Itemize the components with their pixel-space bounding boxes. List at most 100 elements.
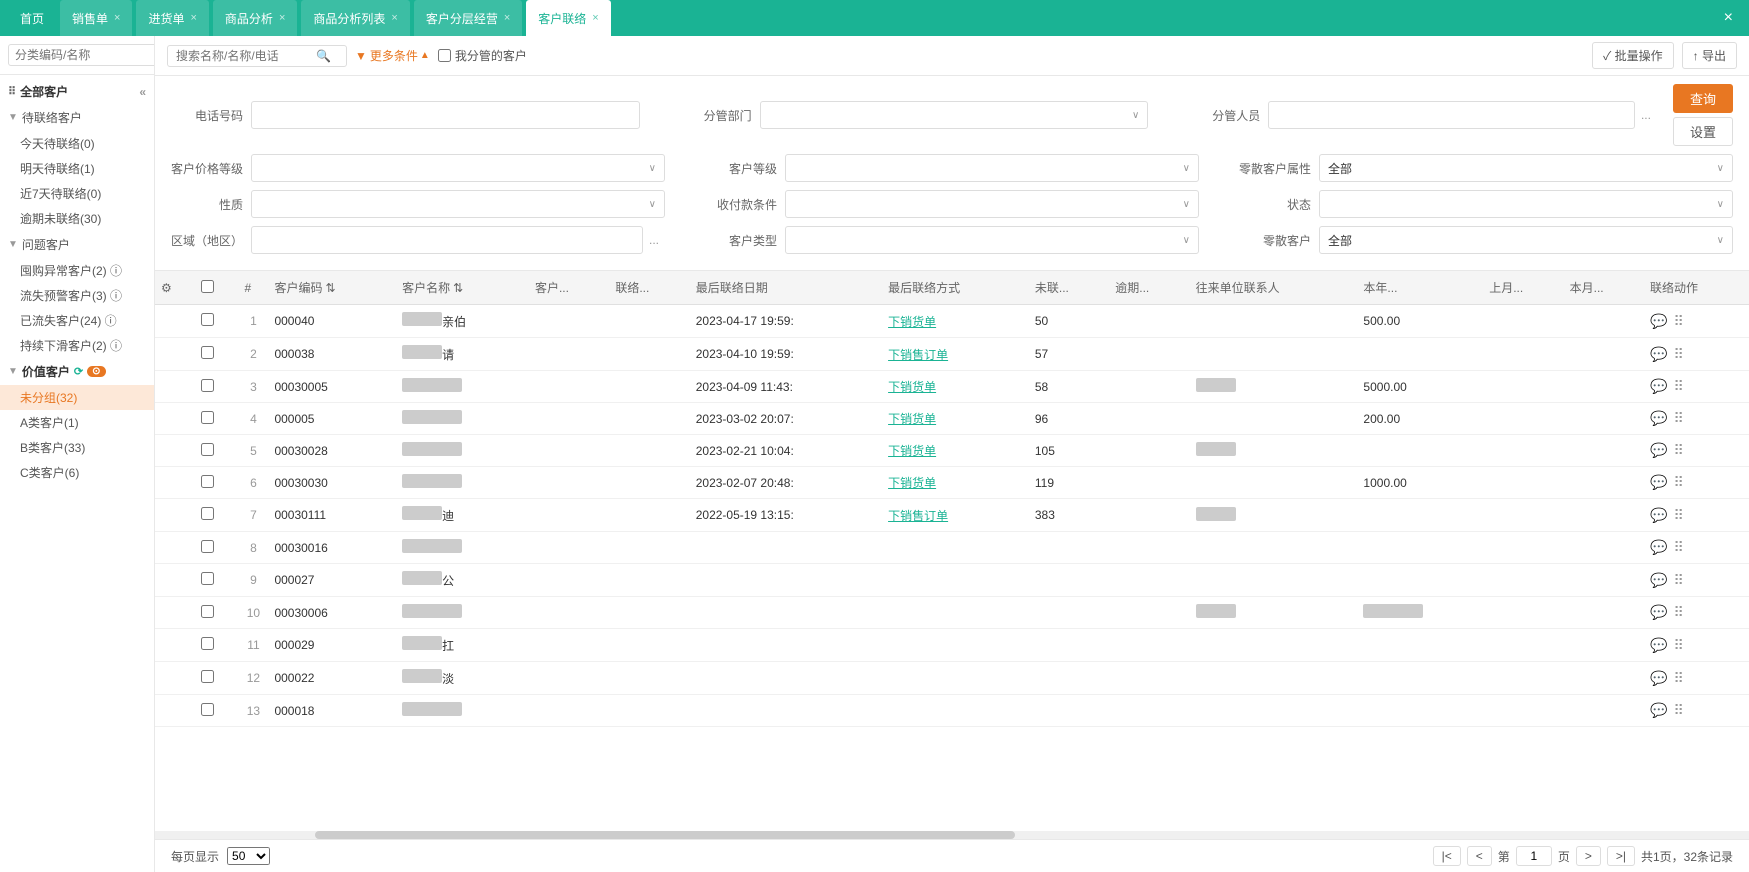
action-chat-icon[interactable]: 💬 [1650,474,1667,491]
phone-input[interactable] [251,101,640,129]
tab-purchase[interactable]: 进货单 × [136,0,208,36]
action-chat-icon[interactable]: 💬 [1650,378,1667,395]
last-method-link[interactable]: 下销货单 [888,476,936,490]
row-select-checkbox[interactable] [201,313,214,326]
sidebar-item-class-c[interactable]: C类客户(6) [0,460,154,485]
per-page-select[interactable]: 50 20 100 [227,847,270,865]
action-more-icon[interactable]: ⠿ [1673,507,1683,524]
prev-page-button[interactable]: < [1467,846,1492,866]
tab-customer-tier[interactable]: 客户分层经营 × [414,0,522,36]
next-page-button[interactable]: > [1576,846,1601,866]
row-select-checkbox[interactable] [201,605,214,618]
sidebar-item-today[interactable]: 今天待联络(0) [0,131,154,156]
row-select-checkbox[interactable] [201,475,214,488]
sidebar-item-class-a[interactable]: A类客户(1) [0,410,154,435]
action-chat-icon[interactable]: 💬 [1650,507,1667,524]
action-chat-icon[interactable]: 💬 [1650,604,1667,621]
tab-product-analysis[interactable]: 商品分析 × [213,0,297,36]
last-method-link[interactable]: 下销售订单 [888,509,948,523]
tab-sales-close[interactable]: × [114,12,120,24]
tab-customer-tier-close[interactable]: × [504,12,510,24]
sidebar-group-pending[interactable]: ▼ 待联络客户 [0,104,154,131]
sidebar-search-input[interactable] [8,44,155,66]
reset-button[interactable]: 设置 [1673,117,1733,146]
action-chat-icon[interactable]: 💬 [1650,702,1667,719]
row-select-checkbox[interactable] [201,411,214,424]
action-chat-icon[interactable]: 💬 [1650,637,1667,654]
action-more-icon[interactable]: ⠿ [1673,572,1683,589]
last-method-link[interactable]: 下销售订单 [888,348,948,362]
retail-attr-select[interactable]: 全部∨ [1319,154,1733,182]
row-last-method[interactable]: 下销货单 [882,403,1029,435]
sidebar-item-7days[interactable]: 近7天待联络(0) [0,181,154,206]
row-checkbox[interactable] [195,629,239,662]
row-checkbox[interactable] [195,532,239,564]
payment-select[interactable]: ∨ [785,190,1199,218]
action-more-icon[interactable]: ⠿ [1673,702,1683,719]
global-close-button[interactable]: × [1716,9,1741,27]
row-checkbox[interactable] [195,467,239,499]
tab-product-list[interactable]: 商品分析列表 × [301,0,409,36]
sidebar-item-overdue[interactable]: 逾期未联络(30) [0,206,154,231]
row-checkbox[interactable] [195,435,239,467]
col-code[interactable]: 客户编码 ⇅ [268,271,396,305]
price-level-select[interactable]: ∨ [251,154,665,182]
action-more-icon[interactable]: ⠿ [1673,346,1683,363]
all-customers-section[interactable]: ⠿ 全部客户 « [0,75,154,104]
my-customers-check[interactable] [438,49,451,62]
last-method-link[interactable]: 下销货单 [888,315,936,329]
action-more-icon[interactable]: ⠿ [1673,442,1683,459]
row-select-checkbox[interactable] [201,346,214,359]
row-select-checkbox[interactable] [201,443,214,456]
sidebar-item-abnormal[interactable]: 囤购异常客户(2) ⓘ [0,258,154,283]
row-select-checkbox[interactable] [201,703,214,716]
region-dots-icon[interactable]: ... [643,233,665,247]
manager-dots-icon[interactable]: ... [1635,108,1657,122]
action-more-icon[interactable]: ⠿ [1673,313,1683,330]
refresh-icon[interactable]: ⟳ [74,365,83,378]
sidebar-item-declining[interactable]: 持续下滑客户(2) ⓘ [0,333,154,358]
more-conditions-button[interactable]: ▼ 更多条件 ▲ [355,47,430,64]
row-checkbox[interactable] [195,597,239,629]
action-chat-icon[interactable]: 💬 [1650,670,1667,687]
region-input[interactable] [251,226,643,254]
tab-home[interactable]: 首页 [8,0,56,36]
last-method-link[interactable]: 下销货单 [888,380,936,394]
tab-product-analysis-close[interactable]: × [279,12,285,24]
col-last-date[interactable]: 最后联络日期 [690,271,882,305]
dept-select[interactable]: ∨ [760,101,1149,129]
tab-sales[interactable]: 销售单 × [60,0,132,36]
batch-operation-button[interactable]: ✓ 批量操作 [1592,42,1674,69]
nature-select[interactable]: ∨ [251,190,665,218]
sidebar-item-ungroup[interactable]: 未分组(32) [0,385,154,410]
col-gear[interactable]: ⚙ [155,271,195,305]
tab-purchase-close[interactable]: × [190,12,196,24]
row-checkbox[interactable] [195,564,239,597]
row-select-checkbox[interactable] [201,507,214,520]
row-last-method[interactable]: 下销货单 [882,435,1029,467]
sidebar-item-tomorrow[interactable]: 明天待联络(1) [0,156,154,181]
query-button[interactable]: 查询 [1673,84,1733,113]
tab-product-list-close[interactable]: × [391,12,397,24]
action-more-icon[interactable]: ⠿ [1673,474,1683,491]
row-select-checkbox[interactable] [201,670,214,683]
action-chat-icon[interactable]: 💬 [1650,442,1667,459]
action-more-icon[interactable]: ⠿ [1673,378,1683,395]
sidebar-group-value[interactable]: ▼ 价值客户 ⟳ ⊙ [0,358,154,385]
sidebar-collapse-button[interactable]: « [139,85,146,99]
status-select[interactable]: ∨ [1319,190,1733,218]
scrollbar-thumb[interactable] [315,831,1015,839]
row-checkbox[interactable] [195,403,239,435]
col-name[interactable]: 客户名称 ⇅ [396,271,529,305]
tab-customer-contact[interactable]: 客户联络 × [526,0,610,36]
row-last-method[interactable]: 下销售订单 [882,499,1029,532]
col-checkbox[interactable] [195,271,239,305]
main-search-icon[interactable]: 🔍 [316,49,331,63]
export-button[interactable]: ↑ 导出 [1682,42,1737,69]
action-chat-icon[interactable]: 💬 [1650,572,1667,589]
cust-level-select[interactable]: ∨ [785,154,1199,182]
sidebar-item-class-b[interactable]: B类客户(33) [0,435,154,460]
manager-input[interactable] [1268,101,1635,129]
cust-type-select[interactable]: ∨ [785,226,1199,254]
action-chat-icon[interactable]: 💬 [1650,313,1667,330]
